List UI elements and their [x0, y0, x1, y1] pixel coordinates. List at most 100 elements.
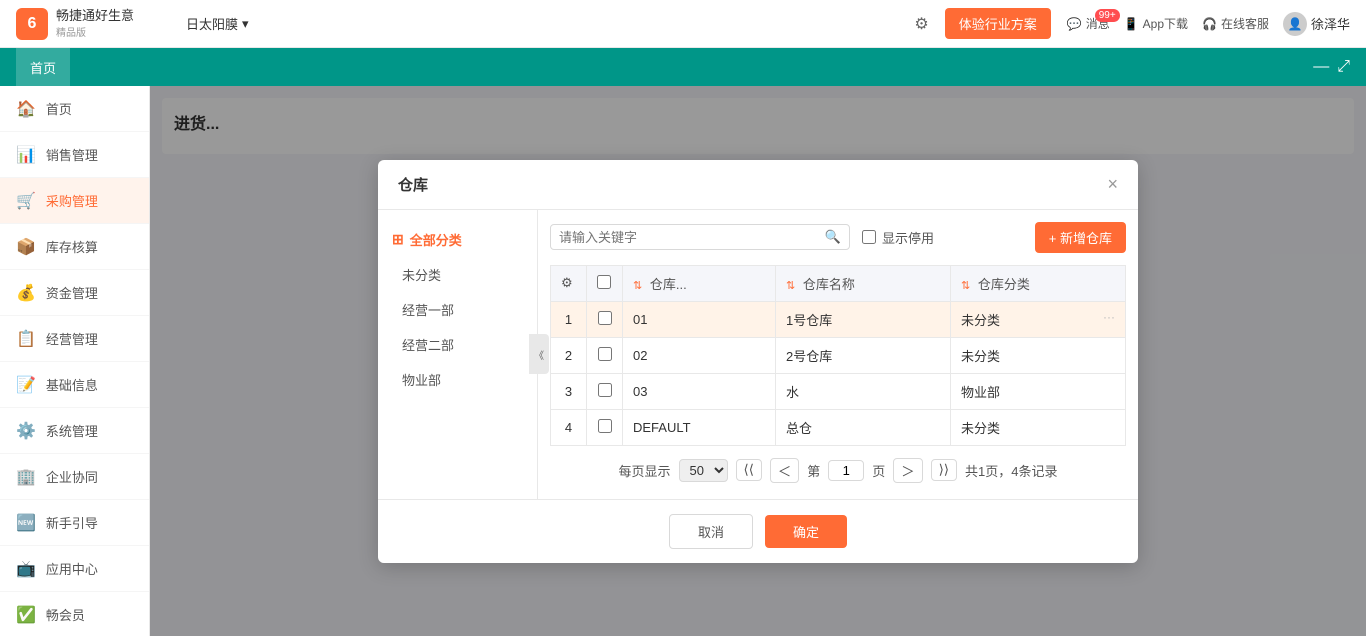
show-disabled-label: 显示停用 — [862, 228, 934, 247]
layout: 🏠 首页 📊 销售管理 🛒 采购管理 📦 库存核算 💰 资金管理 📋 经营管理 … — [0, 86, 1366, 636]
row-checkbox[interactable] — [598, 419, 612, 433]
modal-body: ⊞ 全部分类 未分类 经营一部 经营二部 物业部 — [378, 210, 1138, 499]
row-name: 2号仓库 — [775, 337, 950, 373]
cat-item-ops1[interactable]: 经营一部 — [378, 292, 537, 327]
row-index: 3 — [551, 373, 587, 409]
system-icon: ⚙️ — [16, 421, 36, 441]
row-name: 水 — [775, 373, 950, 409]
sidebar-item-sales[interactable]: 📊 销售管理 — [0, 132, 149, 178]
search-input[interactable] — [559, 230, 825, 245]
last-page-btn[interactable]: ⟩⟩ — [931, 459, 957, 481]
add-warehouse-btn[interactable]: + 新增仓库 — [1035, 222, 1126, 253]
row-checkbox[interactable] — [598, 311, 612, 325]
select-all-checkbox[interactable] — [597, 275, 611, 289]
page-input[interactable] — [828, 460, 864, 481]
gear-icon[interactable]: ⚙ — [914, 14, 928, 34]
operations-icon: 📋 — [16, 329, 36, 349]
second-nav-home[interactable]: 首页 — [16, 48, 70, 86]
sidebar-item-membership[interactable]: ✅ 畅会员 — [0, 592, 149, 636]
enterprise-icon: 🏢 — [16, 467, 36, 487]
sidebar-item-purchase[interactable]: 🛒 采购管理 — [0, 178, 149, 224]
sidebar-item-operations[interactable]: 📋 经营管理 — [0, 316, 149, 362]
maximize-btn[interactable]: ⤢ — [1337, 58, 1350, 76]
sidebar-item-system[interactable]: ⚙️ 系统管理 — [0, 408, 149, 454]
sidebar-item-inventory[interactable]: 📦 库存核算 — [0, 224, 149, 270]
per-page-label: 每页显示 — [619, 461, 671, 480]
show-disabled-checkbox[interactable] — [862, 230, 876, 244]
first-page-btn[interactable]: ⟨⟨ — [736, 459, 762, 481]
second-nav-right: — ⤢ — [1313, 58, 1350, 76]
next-page-btn[interactable]: ＞ — [893, 458, 922, 483]
sidebar-item-enterprise[interactable]: 🏢 企业协同 — [0, 454, 149, 500]
messages-item[interactable]: 💬 消息 99+ — [1067, 15, 1110, 32]
logo-text: 畅捷通好生意 — [56, 8, 134, 24]
user-item[interactable]: 👤 徐泽华 — [1283, 12, 1350, 36]
sidebar-item-app-center[interactable]: 📺 应用中心 — [0, 546, 149, 592]
sort-icon-code: ⇅ — [633, 280, 642, 292]
table-row[interactable]: 2 02 2号仓库 未分类 — [551, 337, 1126, 373]
th-name[interactable]: ⇅ 仓库名称 — [775, 265, 950, 301]
app-download-item[interactable]: 📱 App下载 — [1124, 15, 1188, 32]
row-code: 03 — [623, 373, 776, 409]
header-icon-group: 💬 消息 99+ 📱 App下载 🎧 在线客服 👤 徐泽华 — [1067, 12, 1350, 36]
messages-badge: 99+ — [1095, 9, 1120, 22]
sidebar-item-home[interactable]: 🏠 首页 — [0, 86, 149, 132]
message-icon: 💬 — [1067, 17, 1082, 31]
sidebar-item-guide[interactable]: 🆕 新手引导 — [0, 500, 149, 546]
chevron-down-icon: ▾ — [242, 16, 249, 32]
prev-page-btn[interactable]: ＜ — [770, 458, 799, 483]
confirm-btn[interactable]: 确定 — [765, 515, 847, 548]
row-name: 1号仓库 — [775, 301, 950, 337]
row-code: 01 — [623, 301, 776, 337]
cancel-btn[interactable]: 取消 — [669, 514, 753, 549]
company-selector[interactable]: 日太阳膜 ▾ — [186, 14, 249, 33]
table-row[interactable]: 1 01 1号仓库 未分类··· — [551, 301, 1126, 337]
basic-info-icon: 📝 — [16, 375, 36, 395]
second-nav: 首页 — ⤢ — [0, 48, 1366, 86]
modal-overlay: 仓库 × ⊞ 全部分类 未分类 经营一 — [150, 86, 1366, 636]
modal-title: 仓库 — [398, 174, 428, 195]
modal-footer: 取消 确定 — [378, 499, 1138, 563]
cat-item-property[interactable]: 物业部 — [378, 362, 537, 397]
modal-close-btn[interactable]: × — [1107, 174, 1118, 195]
pagination: 每页显示 50 ⟨⟨ ＜ 第 页 ＞ ⟩⟩ 共1页，4条记录 — [550, 446, 1126, 487]
row-index: 1 — [551, 301, 587, 337]
cat-item-ops2[interactable]: 经营二部 — [378, 327, 537, 362]
page-label: 第 — [807, 461, 820, 480]
sales-icon: 📊 — [16, 145, 36, 165]
online-service-item[interactable]: 🎧 在线客服 — [1202, 15, 1269, 32]
row-checkbox[interactable] — [598, 383, 612, 397]
per-page-select[interactable]: 50 — [679, 459, 728, 482]
sidebar-item-finance[interactable]: 💰 资金管理 — [0, 270, 149, 316]
warehouse-table: ⚙ ⇅ 仓库... — [550, 265, 1126, 446]
finance-icon: 💰 — [16, 283, 36, 303]
th-category[interactable]: ⇅ 仓库分类 — [950, 265, 1125, 301]
grid-icon: ⊞ — [392, 231, 404, 248]
row-actions-icon[interactable]: ··· — [1103, 310, 1115, 324]
all-categories[interactable]: ⊞ 全部分类 — [378, 222, 537, 257]
search-icon[interactable]: 🔍 — [825, 229, 841, 245]
category-sidebar: ⊞ 全部分类 未分类 经营一部 经营二部 物业部 — [378, 210, 538, 499]
minimize-btn[interactable]: — — [1313, 58, 1329, 76]
app-center-icon: 📺 — [16, 559, 36, 579]
table-row[interactable]: 4 DEFAULT 总仓 未分类 — [551, 409, 1126, 445]
row-checkbox[interactable] — [598, 347, 612, 361]
logo-area: 6 畅捷通好生意 精品版 — [16, 8, 166, 40]
phone-icon: 📱 — [1124, 17, 1139, 31]
table-row[interactable]: 3 03 水 物业部 — [551, 373, 1126, 409]
sidebar: 🏠 首页 📊 销售管理 🛒 采购管理 📦 库存核算 💰 资金管理 📋 经营管理 … — [0, 86, 150, 636]
cat-item-uncategorized[interactable]: 未分类 — [378, 257, 537, 292]
avatar: 👤 — [1283, 12, 1307, 36]
row-code: 02 — [623, 337, 776, 373]
table-area: 🔍 显示停用 + 新增仓库 — [538, 210, 1138, 499]
membership-icon: ✅ — [16, 605, 36, 625]
inventory-icon: 📦 — [16, 237, 36, 257]
headset-icon: 🎧 — [1202, 17, 1217, 31]
online-service-label: 在线客服 — [1221, 15, 1269, 32]
experience-btn[interactable]: 体验行业方案 — [945, 8, 1051, 39]
guide-icon: 🆕 — [16, 513, 36, 533]
sidebar-item-basic-info[interactable]: 📝 基础信息 — [0, 362, 149, 408]
logo-icon: 6 — [16, 8, 48, 40]
cat-collapse-btn[interactable]: 《 — [529, 334, 549, 374]
th-code[interactable]: ⇅ 仓库... — [623, 265, 776, 301]
